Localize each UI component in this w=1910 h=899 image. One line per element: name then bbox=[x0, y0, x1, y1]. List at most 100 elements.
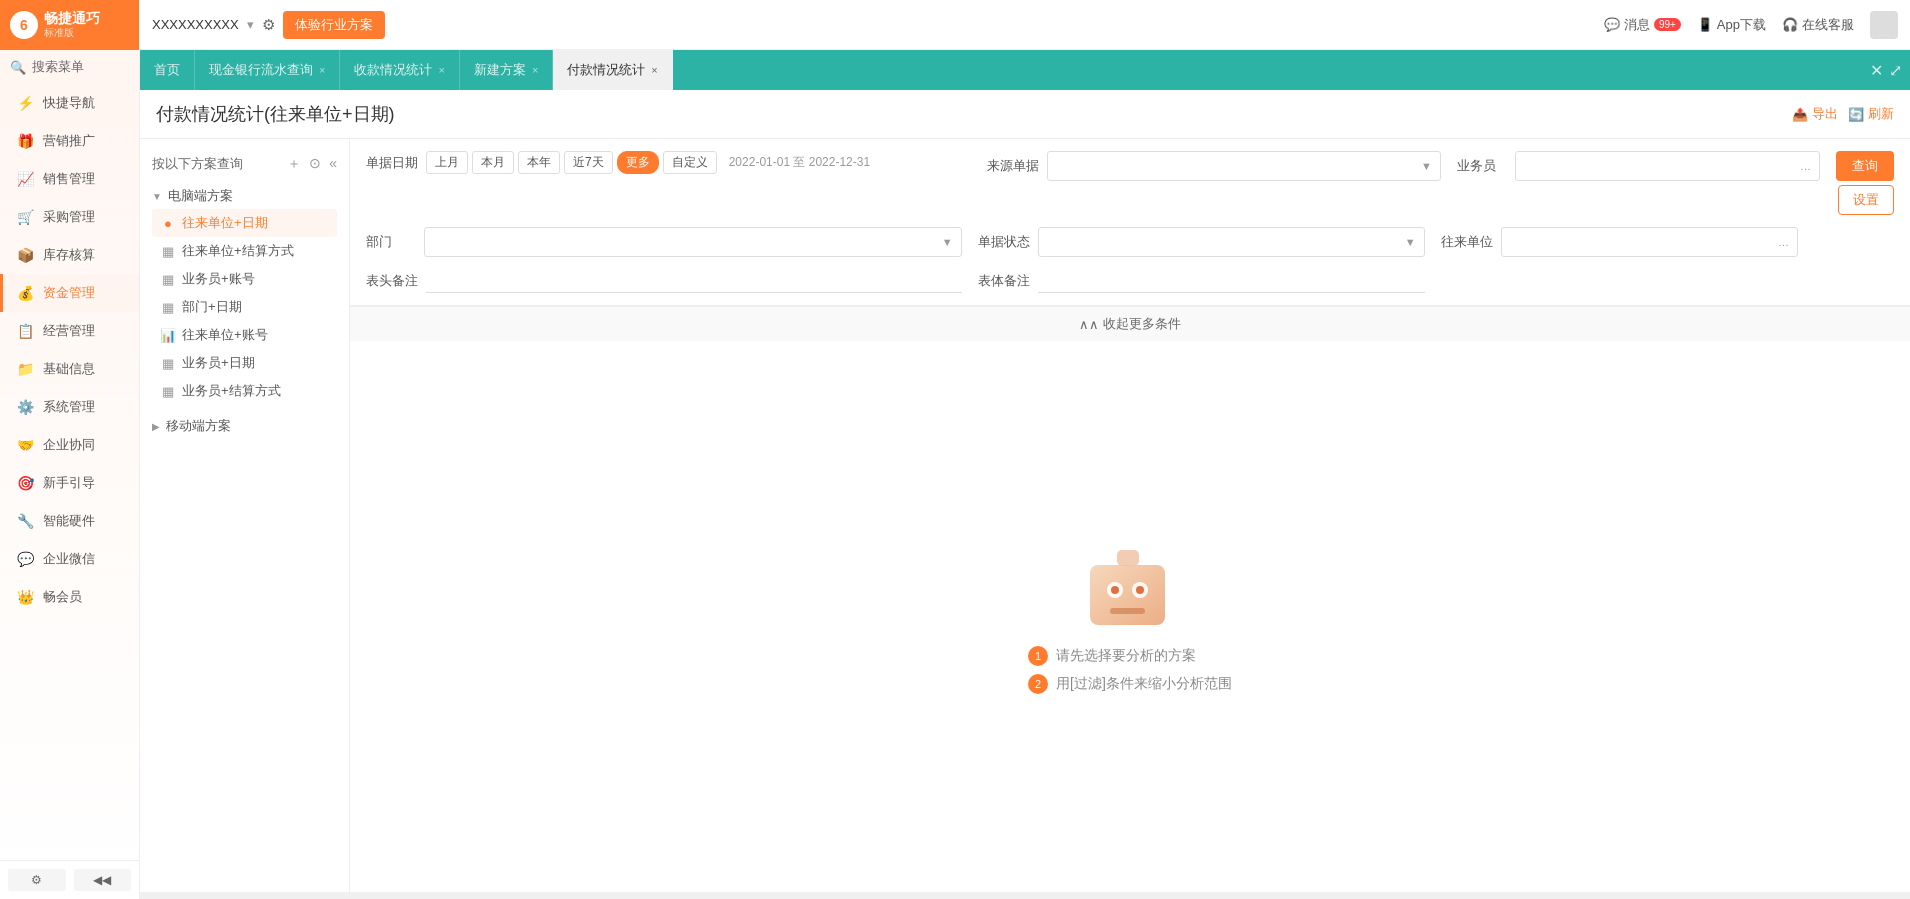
search-menu-item[interactable]: 🔍 搜索菜单 bbox=[0, 50, 139, 84]
collapse-sidebar-btn[interactable]: ◀◀ bbox=[74, 869, 132, 891]
scheme-item-staff-account[interactable]: ▦ 业务员+账号 bbox=[152, 265, 337, 293]
date-btn-custom[interactable]: 自定义 bbox=[663, 151, 717, 174]
scheme-item-staff-settle[interactable]: ▦ 业务员+结算方式 bbox=[152, 377, 337, 405]
sidebar-item-wechat[interactable]: 💬 企业微信 bbox=[0, 540, 139, 578]
sidebar-item-label-marketing: 营销推广 bbox=[43, 132, 95, 150]
tab-cash-flow[interactable]: 现金银行流水查询 × bbox=[195, 50, 340, 90]
scheme-group-desktop-header[interactable]: ▼ 电脑端方案 bbox=[152, 183, 337, 209]
empty-illustration bbox=[1080, 540, 1180, 630]
date-btn-7days[interactable]: 近7天 bbox=[564, 151, 613, 174]
search-menu-label: 搜索菜单 bbox=[32, 58, 84, 76]
sidebar-item-vip[interactable]: 👑 畅会员 bbox=[0, 578, 139, 616]
empty-state: 1 请先选择要分析的方案 2 用[过滤]条件来缩小分析范围 bbox=[350, 341, 1910, 892]
tab-new-plan[interactable]: 新建方案 × bbox=[460, 50, 553, 90]
filter-header-remark-label: 表头备注 bbox=[366, 272, 418, 290]
scheme-item-label-unit-settle: 往来单位+结算方式 bbox=[182, 242, 294, 260]
filter-dept-select[interactable]: ▼ bbox=[424, 227, 962, 257]
tab-receivable[interactable]: 收款情况统计 × bbox=[340, 50, 459, 90]
user-avatar[interactable] bbox=[1870, 11, 1898, 39]
tab-home[interactable]: 首页 bbox=[140, 50, 195, 90]
filter-group-staff: 业务员 … bbox=[1457, 151, 1820, 181]
sidebar-item-guide[interactable]: 🎯 新手引导 bbox=[0, 464, 139, 502]
sidebar-item-inventory[interactable]: 📦 库存核算 bbox=[0, 236, 139, 274]
bill-status-dropdown-icon: ▼ bbox=[1405, 236, 1416, 248]
logo-icon: 6 bbox=[10, 11, 38, 39]
inventory-icon: 📦 bbox=[15, 247, 35, 263]
collapse-conditions-label: 收起更多条件 bbox=[1103, 315, 1181, 333]
query-btn[interactable]: 查询 bbox=[1836, 151, 1894, 181]
sidebar-item-quicknav[interactable]: ⚡ 快捷导航 bbox=[0, 84, 139, 122]
notifications-icon: 💬 bbox=[1604, 17, 1620, 32]
sidebar-item-marketing[interactable]: 🎁 营销推广 bbox=[0, 122, 139, 160]
collapse-conditions-btn[interactable]: ∧∧ 收起更多条件 bbox=[1079, 315, 1181, 333]
trial-btn[interactable]: 体验行业方案 bbox=[283, 11, 385, 39]
sidebar-item-basicinfo[interactable]: 📁 基础信息 bbox=[0, 350, 139, 388]
filter-group-date: 单据日期 上月 本月 本年 近7天 更多 自定义 2022-01-01 至 20… bbox=[366, 151, 971, 174]
filter-header-remark-input[interactable] bbox=[426, 269, 962, 293]
online-service-label: 在线客服 bbox=[1802, 16, 1854, 34]
filter-group-dept: 部门 ▼ bbox=[366, 227, 962, 257]
date-btn-this-month[interactable]: 本月 bbox=[472, 151, 514, 174]
tab-payment-stat[interactable]: 付款情况统计 × bbox=[553, 50, 672, 90]
close-all-tabs-btn[interactable]: ✕ bbox=[1870, 61, 1883, 80]
filter-source-select[interactable]: ▼ bbox=[1047, 151, 1441, 181]
tab-cash-flow-close-icon[interactable]: × bbox=[319, 64, 325, 76]
scheme-settings-icon[interactable]: ⊙ bbox=[309, 155, 321, 173]
settings-bottom-btn[interactable]: ⚙ bbox=[8, 869, 66, 891]
collapse-left-panel-btn[interactable]: « bbox=[329, 155, 337, 173]
scheme-icon-staff-settle: ▦ bbox=[160, 384, 176, 399]
tab-cash-flow-label: 现金银行流水查询 bbox=[209, 61, 313, 79]
filter-related-unit-label: 往来单位 bbox=[1441, 233, 1493, 251]
scheme-group-mobile-header[interactable]: ▶ 移动端方案 bbox=[152, 413, 337, 439]
tab-home-label: 首页 bbox=[154, 61, 180, 79]
page-title: 付款情况统计(往来单位+日期) bbox=[156, 102, 395, 126]
tab-receivable-close-icon[interactable]: × bbox=[438, 64, 444, 76]
date-btn-last-month[interactable]: 上月 bbox=[426, 151, 468, 174]
maximize-btn[interactable]: ⤢ bbox=[1889, 61, 1902, 80]
export-btn[interactable]: 📤 导出 bbox=[1792, 105, 1838, 123]
scheme-item-unit-settle[interactable]: ▦ 往来单位+结算方式 bbox=[152, 237, 337, 265]
collapse-bar[interactable]: ∧∧ 收起更多条件 bbox=[350, 306, 1910, 341]
sidebar-item-collab[interactable]: 🤝 企业协同 bbox=[0, 426, 139, 464]
export-icon: 📤 bbox=[1792, 107, 1808, 122]
tab-new-plan-close-icon[interactable]: × bbox=[532, 64, 538, 76]
filter-row-3: 表头备注 表体备注 bbox=[366, 269, 1894, 293]
page-content: 付款情况统计(往来单位+日期) 📤 导出 🔄 刷新 按以下方案查询 ＋ bbox=[140, 90, 1910, 899]
page-header: 付款情况统计(往来单位+日期) 📤 导出 🔄 刷新 bbox=[140, 90, 1910, 139]
notifications-btn[interactable]: 💬 消息 99+ bbox=[1604, 16, 1681, 34]
sidebar-item-purchase[interactable]: 🛒 采购管理 bbox=[0, 198, 139, 236]
filter-body-remark-input[interactable] bbox=[1038, 269, 1425, 293]
scheme-item-unit-date[interactable]: ● 往来单位+日期 bbox=[152, 209, 337, 237]
refresh-btn[interactable]: 🔄 刷新 bbox=[1848, 105, 1894, 123]
sidebar-item-label-collab: 企业协同 bbox=[43, 436, 95, 454]
scheme-icon-staff-account: ▦ bbox=[160, 272, 176, 287]
sidebar-item-sales[interactable]: 📈 销售管理 bbox=[0, 160, 139, 198]
sidebar-item-finance[interactable]: 💰 资金管理 bbox=[0, 274, 139, 312]
tab-payment-stat-close-icon[interactable]: × bbox=[651, 64, 657, 76]
scheme-item-staff-date[interactable]: ▦ 业务员+日期 bbox=[152, 349, 337, 377]
scheme-item-label-staff-date: 业务员+日期 bbox=[182, 354, 255, 372]
date-btn-more[interactable]: 更多 bbox=[617, 151, 659, 174]
filter-related-unit-select[interactable]: … bbox=[1501, 227, 1798, 257]
sidebar-item-operation[interactable]: 📋 经营管理 bbox=[0, 312, 139, 350]
sidebar-item-hardware[interactable]: 🔧 智能硬件 bbox=[0, 502, 139, 540]
topbar-gear-icon[interactable]: ⚙ bbox=[262, 16, 275, 34]
filter-date-label: 单据日期 bbox=[366, 154, 418, 172]
scheme-item-unit-account[interactable]: 📊 往来单位+账号 bbox=[152, 321, 337, 349]
filter-settings-btn[interactable]: 设置 bbox=[1838, 185, 1894, 215]
sidebar-item-system[interactable]: ⚙️ 系统管理 bbox=[0, 388, 139, 426]
app-download-btn[interactable]: 📱 App下载 bbox=[1697, 16, 1766, 34]
date-btn-this-year[interactable]: 本年 bbox=[518, 151, 560, 174]
sidebar-item-label-wechat: 企业微信 bbox=[43, 550, 95, 568]
filter-staff-select[interactable]: … bbox=[1515, 151, 1820, 181]
scheme-item-dept-date[interactable]: ▦ 部门+日期 bbox=[152, 293, 337, 321]
filter-bill-status-select[interactable]: ▼ bbox=[1038, 227, 1425, 257]
add-scheme-btn[interactable]: ＋ bbox=[287, 155, 301, 173]
filter-body-remark-label: 表体备注 bbox=[978, 272, 1030, 290]
empty-tip-2: 2 用[过滤]条件来缩小分析范围 bbox=[1028, 674, 1232, 694]
scheme-active-icon: ● bbox=[160, 216, 176, 231]
online-service-btn[interactable]: 🎧 在线客服 bbox=[1782, 16, 1854, 34]
company-name: XXXXXXXXXX bbox=[152, 17, 239, 32]
date-range-text: 2022-01-01 至 2022-12-31 bbox=[729, 154, 870, 171]
quicknav-icon: ⚡ bbox=[15, 95, 35, 111]
